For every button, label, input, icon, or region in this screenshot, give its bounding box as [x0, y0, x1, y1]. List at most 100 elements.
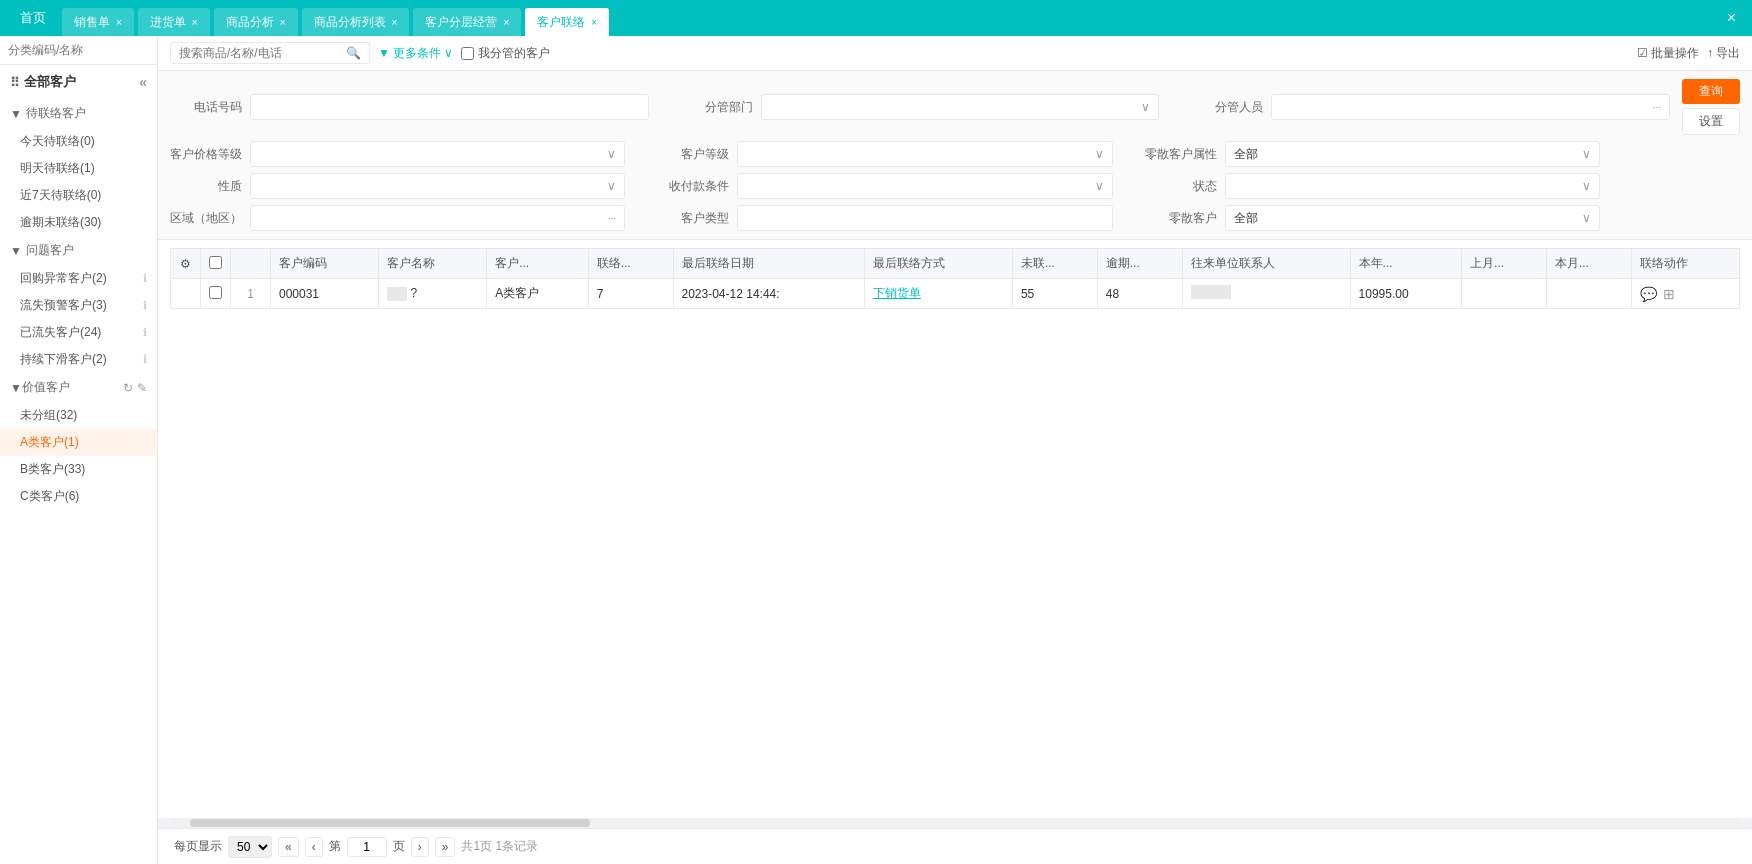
close-all-tabs[interactable]: × — [1719, 9, 1744, 27]
info-icon: ℹ — [143, 353, 147, 366]
th-overdue[interactable]: 逾期... — [1097, 249, 1182, 279]
th-gear[interactable]: ⚙ — [171, 249, 201, 279]
page-end-label: 页 — [393, 838, 405, 855]
last-page-button[interactable]: » — [435, 837, 456, 857]
my-customers-check[interactable] — [461, 47, 474, 60]
close-icon[interactable]: × — [116, 17, 122, 28]
more-filters-button[interactable]: ▼ 更多条件 ∨ — [378, 45, 453, 62]
refresh-icon[interactable]: ↻ — [123, 381, 133, 395]
dept-select[interactable]: ∨ — [761, 94, 1160, 120]
th-last-month[interactable]: 上月... — [1462, 249, 1547, 279]
setting-button[interactable]: 设置 — [1682, 108, 1740, 135]
prev-page-button[interactable]: ‹ — [305, 837, 323, 857]
horizontal-scrollbar[interactable] — [170, 818, 1740, 828]
sidebar-item-overdue[interactable]: 逾期未联络(30) — [0, 209, 157, 236]
select-all-checkbox[interactable] — [209, 256, 222, 269]
person-input[interactable]: ··· — [1271, 94, 1670, 120]
last-way-link[interactable]: 下销货单 — [873, 286, 921, 300]
chevron-down-icon: ∨ — [607, 147, 616, 161]
filter-cell-retail: 零散客户 全部 ∨ — [1145, 205, 1600, 231]
th-contact[interactable]: 联络... — [588, 249, 673, 279]
page-label: 第 — [329, 838, 341, 855]
chevron-down-icon: ∨ — [1095, 147, 1104, 161]
nav-tab-sales[interactable]: 销售单 × — [62, 8, 134, 36]
retail-select[interactable]: 全部 ∨ — [1225, 205, 1600, 231]
sidebar-section-pending[interactable]: ▼ 待联络客户 — [0, 99, 157, 128]
sidebar-item-class-b[interactable]: B类客户(33) — [0, 456, 157, 483]
phone-input[interactable] — [250, 94, 649, 120]
batch-op-button[interactable]: ☑ 批量操作 — [1637, 45, 1699, 62]
th-checkbox[interactable] — [201, 249, 231, 279]
sidebar-item-declining[interactable]: 持续下滑客户(2) ℹ — [0, 346, 157, 373]
close-icon[interactable]: × — [392, 17, 398, 28]
td-code[interactable]: 000031 — [271, 279, 379, 309]
region-input[interactable]: ··· — [250, 205, 625, 231]
main-layout: 🔍 ⠿ 全部客户 « ▼ 待联络客户 今天待联络(0) 明天待联络(1) 近7天… — [0, 36, 1752, 864]
th-name[interactable]: 客户名称 — [379, 249, 487, 279]
status-select[interactable]: ∨ — [1225, 173, 1600, 199]
customer-type-input[interactable] — [737, 205, 1112, 231]
close-icon[interactable]: × — [503, 17, 509, 28]
sidebar-item-unclassified[interactable]: 未分组(32) — [0, 402, 157, 429]
close-icon[interactable]: × — [591, 17, 597, 28]
advanced-filter: 电话号码 分管部门 ∨ 分管人员 ··· — [158, 71, 1752, 240]
filter-cell-customer-type: 客户类型 — [657, 205, 1112, 231]
th-this-month[interactable]: 本月... — [1546, 249, 1631, 279]
sidebar-item-7days[interactable]: 近7天待联络(0) — [0, 182, 157, 209]
nature-select[interactable]: ∨ — [250, 173, 625, 199]
search-filter-input[interactable]: 🔍 — [170, 42, 370, 64]
sidebar-item-tomorrow[interactable]: 明天待联络(1) — [0, 155, 157, 182]
sidebar-item-class-c[interactable]: C类客户(6) — [0, 483, 157, 510]
th-type[interactable]: 客户... — [487, 249, 588, 279]
th-unit-contact[interactable]: 往来单位联系人 — [1182, 249, 1350, 279]
td-last-way[interactable]: 下销货单 — [864, 279, 1012, 309]
chat-icon[interactable]: 💬 — [1640, 286, 1657, 302]
td-this-year: 10995.00 — [1350, 279, 1462, 309]
td-last-date: 2023-04-12 14:44: — [673, 279, 864, 309]
sidebar-item-today[interactable]: 今天待联络(0) — [0, 128, 157, 155]
nav-tab-customer-contact[interactable]: 客户联络 × — [525, 8, 609, 36]
filter-row-3: 性质 ∨ 收付款条件 ∨ 状态 ∨ — [170, 173, 1740, 199]
td-checkbox[interactable] — [201, 279, 231, 309]
page-size-select[interactable]: 50 — [228, 836, 272, 858]
nav-home[interactable]: 首页 — [8, 0, 58, 36]
close-icon[interactable]: × — [280, 17, 286, 28]
scroll-thumb[interactable] — [190, 819, 590, 827]
th-this-year[interactable]: 本年... — [1350, 249, 1462, 279]
filter-cell-retail-attr: 零散客户属性 全部 ∨ — [1145, 141, 1600, 167]
next-page-button[interactable]: › — [411, 837, 429, 857]
filter-cell-nature: 性质 ∨ — [170, 173, 625, 199]
export-button[interactable]: ↑ 导出 — [1707, 45, 1740, 62]
sidebar-item-warning[interactable]: 流失预警客户(3) ℹ — [0, 292, 157, 319]
th-last-way[interactable]: 最后联络方式 — [864, 249, 1012, 279]
qr-icon[interactable]: ⊞ — [1663, 286, 1675, 302]
nav-tab-purchase[interactable]: 进货单 × — [138, 8, 210, 36]
search-input[interactable] — [179, 46, 346, 60]
nav-tab-analysis-list[interactable]: 商品分析列表 × — [302, 8, 410, 36]
grid-icon: ⠿ — [10, 75, 20, 90]
sidebar-item-lost[interactable]: 已流失客户(24) ℹ — [0, 319, 157, 346]
th-code[interactable]: 客户编码 — [271, 249, 379, 279]
price-level-select[interactable]: ∨ — [250, 141, 625, 167]
th-no-contact[interactable]: 未联... — [1012, 249, 1097, 279]
sidebar-collapse-icon[interactable]: « — [139, 74, 147, 90]
table-row: 1 000031 ? A类客户 7 2023-04-12 14:44: 下销货单… — [171, 279, 1740, 309]
all-customers-label[interactable]: 全部客户 — [24, 73, 76, 91]
payment-select[interactable]: ∨ — [737, 173, 1112, 199]
sidebar-section-problem[interactable]: ▼ 问题客户 — [0, 236, 157, 265]
first-page-button[interactable]: « — [278, 837, 299, 857]
customer-level-select[interactable]: ∨ — [737, 141, 1112, 167]
th-last-date[interactable]: 最后联络日期 — [673, 249, 864, 279]
page-number-input[interactable] — [347, 837, 387, 857]
sidebar-item-class-a[interactable]: A类客户(1) — [0, 429, 157, 456]
edit-icon[interactable]: ✎ — [137, 381, 147, 395]
nav-tab-customer-tier[interactable]: 客户分层经营 × — [413, 8, 521, 36]
query-button[interactable]: 查询 — [1682, 79, 1740, 104]
nav-tab-analysis[interactable]: 商品分析 × — [214, 8, 298, 36]
sidebar-search-input[interactable] — [8, 43, 158, 57]
row-checkbox[interactable] — [209, 286, 222, 299]
sidebar-item-abnormal[interactable]: 回购异常客户(2) ℹ — [0, 265, 157, 292]
my-customers-checkbox[interactable]: 我分管的客户 — [461, 45, 550, 62]
close-icon[interactable]: × — [192, 17, 198, 28]
retail-attr-select[interactable]: 全部 ∨ — [1225, 141, 1600, 167]
